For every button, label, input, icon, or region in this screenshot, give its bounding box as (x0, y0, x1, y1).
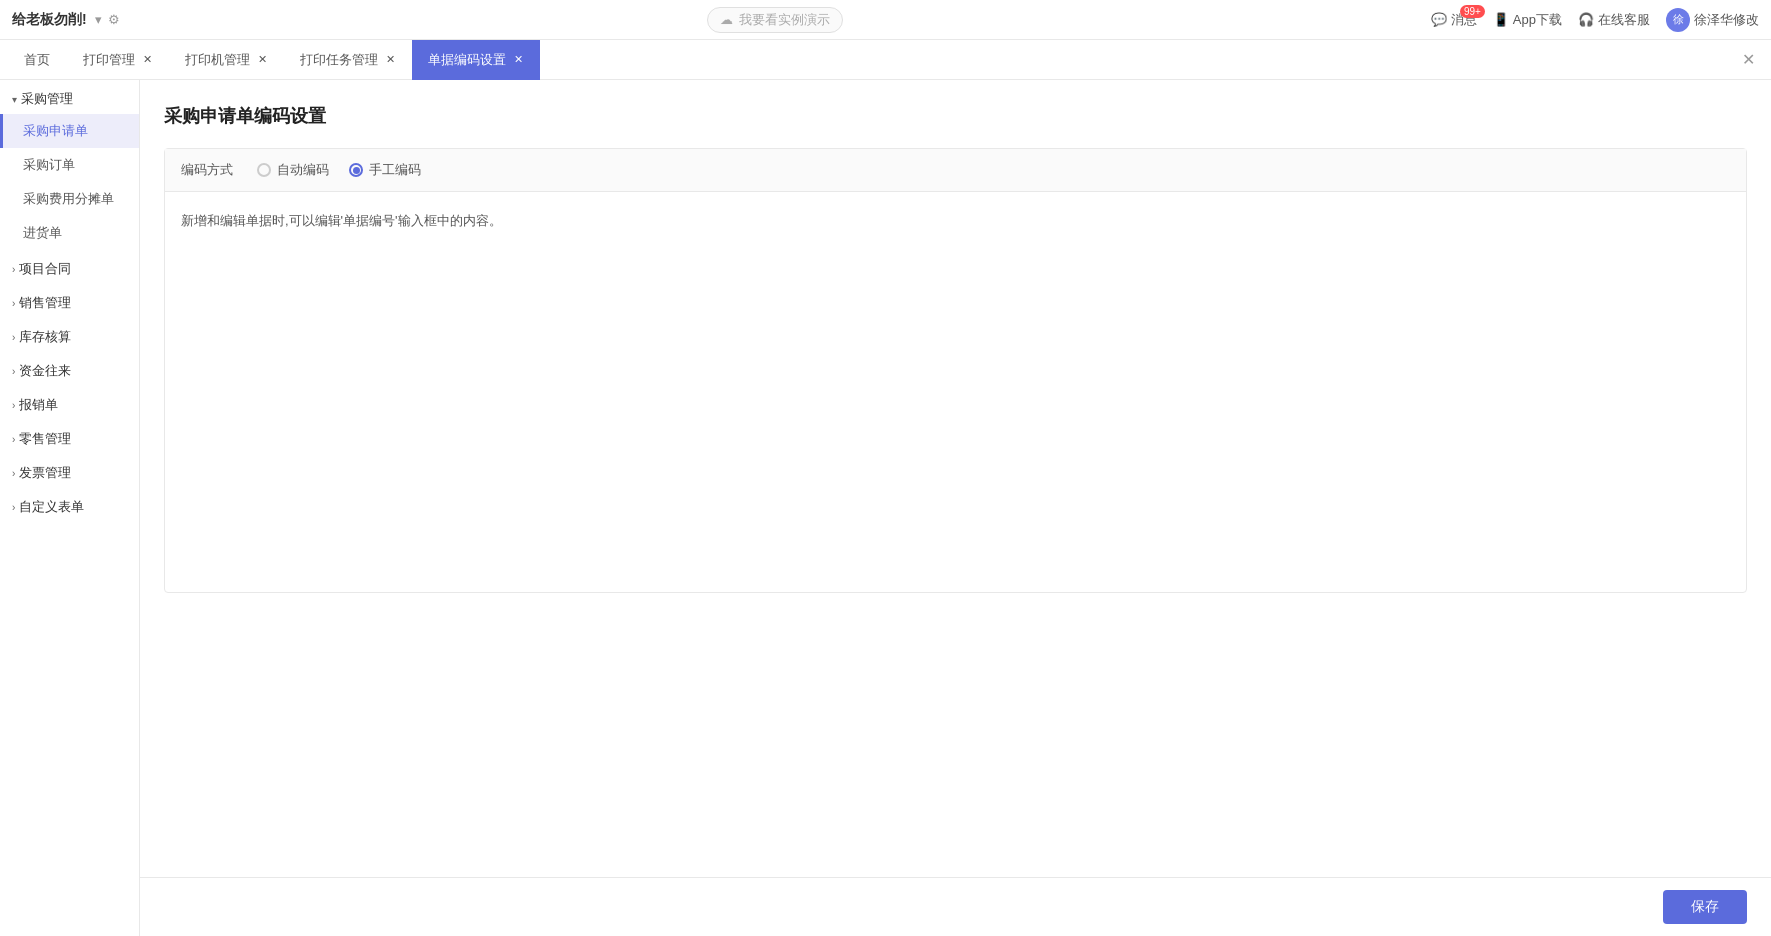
tab-single-code-label: 单据编码设置 (428, 51, 506, 69)
content-inner: 采购申请单编码设置 编码方式 自动编码 手工编码 (140, 80, 1771, 877)
radio-auto-code[interactable]: 自动编码 (257, 161, 329, 179)
message-icon: 💬 (1431, 12, 1447, 27)
encoding-label: 编码方式 (181, 161, 233, 179)
settings-icon[interactable]: ⚙ (108, 12, 120, 27)
radio-group: 自动编码 手工编码 (257, 161, 421, 179)
sidebar-group-retail[interactable]: › 零售管理 (0, 420, 139, 454)
sidebar-group-purchase-header[interactable]: ▾ 采购管理 (0, 80, 139, 114)
sidebar-group-project-label: 项目合同 (19, 260, 71, 278)
sidebar-group-returns[interactable]: › 报销单 (0, 386, 139, 420)
avatar-text: 徐 (1673, 12, 1684, 27)
sidebar-group-retail-label: 零售管理 (19, 430, 71, 448)
tab-bar: 首页 打印管理 ✕ 打印机管理 ✕ 打印任务管理 ✕ 单据编码设置 ✕ ✕ (0, 40, 1771, 80)
arrow-sales: › (12, 298, 15, 309)
tab-print-task-mgmt[interactable]: 打印任务管理 ✕ (284, 40, 412, 80)
arrow-invoice: › (12, 468, 15, 479)
tab-single-code-close[interactable]: ✕ (514, 53, 523, 66)
phone-icon: 📱 (1493, 12, 1509, 27)
arrow-inventory: › (12, 332, 15, 343)
sidebar-group-funds-label: 资金往来 (19, 362, 71, 380)
username: 徐泽华修改 (1694, 11, 1759, 29)
arrow-funds: › (12, 366, 15, 377)
encoding-body: 新增和编辑单据时,可以编辑'单据编号'输入框中的内容。 (165, 192, 1746, 592)
radio-auto-circle (257, 163, 271, 177)
headset-icon: 🎧 (1578, 12, 1594, 27)
dropdown-icon[interactable]: ▾ (95, 12, 102, 27)
save-button[interactable]: 保存 (1663, 890, 1747, 924)
sidebar-group-invoice[interactable]: › 发票管理 (0, 454, 139, 488)
top-bar-icons: ▾ ⚙ (95, 12, 120, 27)
collapse-arrow-purchase: ▾ (12, 94, 17, 105)
sidebar-group-sales-label: 销售管理 (19, 294, 71, 312)
sidebar-item-purchase-expense[interactable]: 采购费用分摊单 (0, 182, 139, 216)
sidebar-group-purchase-label: 采购管理 (21, 90, 73, 108)
sidebar-group-custom-forms[interactable]: › 自定义表单 (0, 488, 139, 522)
search-text: 我要看实例演示 (739, 11, 830, 29)
sidebar-item-purchase-request-label: 采购申请单 (23, 123, 88, 138)
online-support-btn[interactable]: 🎧 在线客服 (1578, 11, 1650, 29)
sidebar-item-purchase-order[interactable]: 采购订单 (0, 148, 139, 182)
online-support-label: 在线客服 (1598, 11, 1650, 29)
tab-single-code-setting[interactable]: 单据编码设置 ✕ (412, 40, 540, 80)
sidebar: ▾ 采购管理 采购申请单 采购订单 采购费用分摊单 进货单 › 项目合同 › 销… (0, 80, 140, 936)
sidebar-group-purchase: ▾ 采购管理 采购申请单 采购订单 采购费用分摊单 进货单 (0, 80, 139, 250)
sidebar-group-inventory[interactable]: › 库存核算 (0, 318, 139, 352)
sidebar-item-purchase-order-label: 采购订单 (23, 157, 75, 172)
tab-print-mgmt-label: 打印管理 (83, 51, 135, 69)
sidebar-group-custom-forms-label: 自定义表单 (19, 498, 84, 516)
content-footer: 保存 (140, 877, 1771, 936)
user-profile-btn[interactable]: 徐 徐泽华修改 (1666, 8, 1759, 32)
encoding-section: 编码方式 自动编码 手工编码 新增和编辑单据时,可以编辑'单据编号'输入框中的内 (164, 148, 1747, 593)
main-layout: ▾ 采购管理 采购申请单 采购订单 采购费用分摊单 进货单 › 项目合同 › 销… (0, 80, 1771, 936)
top-bar-left: 给老板勿削! ▾ ⚙ (12, 11, 120, 29)
encoding-hint: 新增和编辑单据时,可以编辑'单据编号'输入框中的内容。 (181, 212, 1730, 230)
top-bar-right: 💬 消息 99+ 📱 App下载 🎧 在线客服 徐 徐泽华修改 (1431, 8, 1759, 32)
tab-bar-close-btn[interactable]: ✕ (1734, 46, 1763, 73)
radio-manual-circle (349, 163, 363, 177)
tab-printer-mgmt[interactable]: 打印机管理 ✕ (169, 40, 284, 80)
encoding-header: 编码方式 自动编码 手工编码 (165, 149, 1746, 192)
cloud-icon: ☁ (720, 12, 733, 27)
tab-print-mgmt-close[interactable]: ✕ (143, 53, 152, 66)
arrow-custom-forms: › (12, 502, 15, 513)
tab-print-task-close[interactable]: ✕ (386, 53, 395, 66)
top-bar: 给老板勿削! ▾ ⚙ ☁ 我要看实例演示 💬 消息 99+ 📱 App下载 🎧 … (0, 0, 1771, 40)
sidebar-item-purchase-request[interactable]: 采购申请单 (0, 114, 139, 148)
radio-manual-code[interactable]: 手工编码 (349, 161, 421, 179)
sidebar-item-purchase-expense-label: 采购费用分摊单 (23, 191, 114, 206)
sidebar-group-invoice-label: 发票管理 (19, 464, 71, 482)
search-bar[interactable]: ☁ 我要看实例演示 (707, 7, 843, 33)
tab-printer-mgmt-label: 打印机管理 (185, 51, 250, 69)
tab-home-label: 首页 (24, 51, 50, 69)
tab-home[interactable]: 首页 (8, 40, 67, 80)
sidebar-group-funds[interactable]: › 资金往来 (0, 352, 139, 386)
sidebar-group-returns-label: 报销单 (19, 396, 58, 414)
tab-printer-mgmt-close[interactable]: ✕ (258, 53, 267, 66)
auto-code-label: 自动编码 (277, 161, 329, 179)
avatar: 徐 (1666, 8, 1690, 32)
message-btn[interactable]: 💬 消息 99+ (1431, 11, 1477, 29)
arrow-returns: › (12, 400, 15, 411)
app-download-btn[interactable]: 📱 App下载 (1493, 11, 1562, 29)
message-badge: 99+ (1460, 5, 1485, 18)
tab-print-task-label: 打印任务管理 (300, 51, 378, 69)
sidebar-item-inbound-label: 进货单 (23, 225, 62, 240)
sidebar-group-inventory-label: 库存核算 (19, 328, 71, 346)
arrow-retail: › (12, 434, 15, 445)
manual-code-label: 手工编码 (369, 161, 421, 179)
tab-print-mgmt[interactable]: 打印管理 ✕ (67, 40, 169, 80)
brand-title: 给老板勿削! (12, 11, 87, 29)
sidebar-item-inbound[interactable]: 进货单 (0, 216, 139, 250)
page-title: 采购申请单编码设置 (164, 104, 1747, 128)
app-download-label: App下载 (1513, 11, 1562, 29)
arrow-project: › (12, 264, 15, 275)
sidebar-group-project-contract[interactable]: › 项目合同 (0, 250, 139, 284)
sidebar-group-sales[interactable]: › 销售管理 (0, 284, 139, 318)
content-area: 采购申请单编码设置 编码方式 自动编码 手工编码 (140, 80, 1771, 936)
